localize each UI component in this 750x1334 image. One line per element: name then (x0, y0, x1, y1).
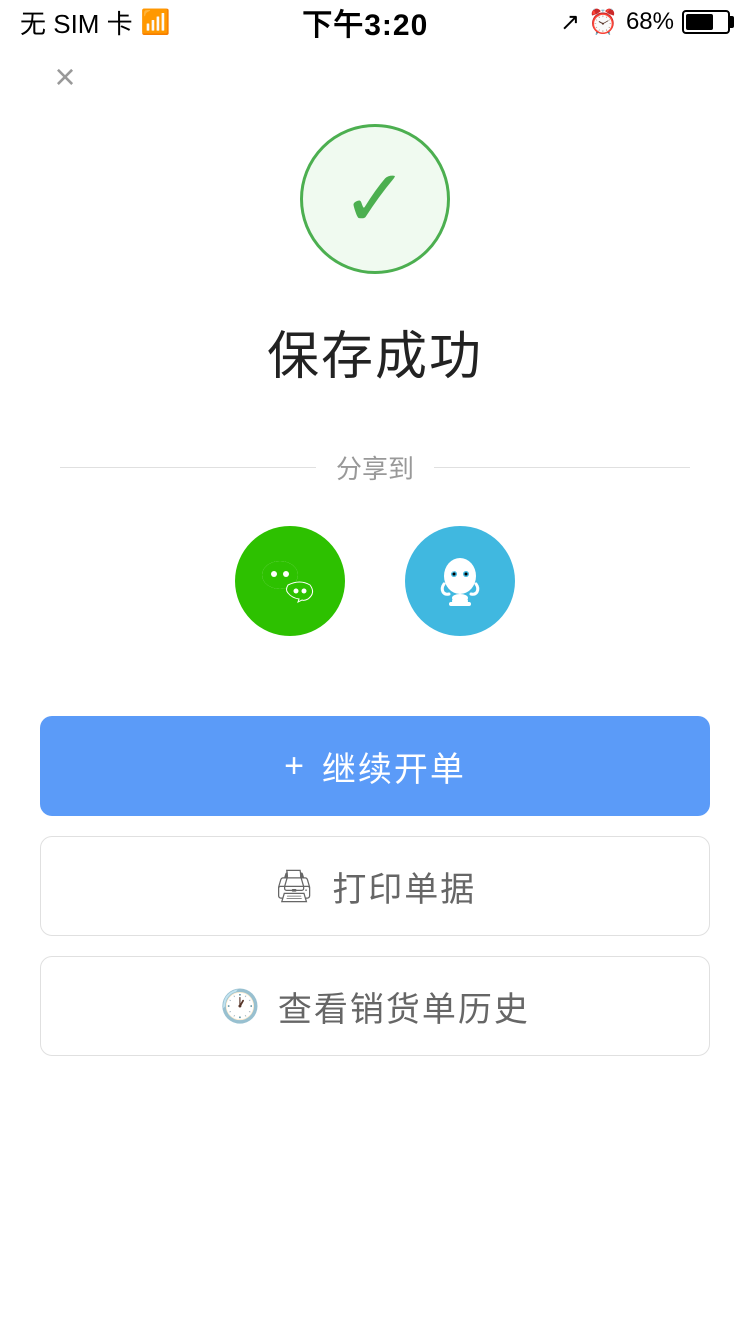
success-circle: ✓ (300, 124, 450, 274)
wechat-share-button[interactable] (235, 526, 345, 636)
checkmark-icon: ✓ (341, 159, 408, 239)
qq-share-button[interactable] (405, 526, 515, 636)
main-content: ✓ 保存成功 分享到 (0, 44, 750, 1056)
continue-button[interactable]: + 继续开单 (40, 716, 710, 816)
battery-icon (682, 10, 730, 34)
wifi-icon: 📶 (141, 8, 171, 37)
close-icon: × (54, 59, 75, 95)
history-label: 查看销货单历史 (278, 982, 530, 1031)
divider-line-right (434, 467, 690, 468)
history-button[interactable]: 🕐 查看销货单历史 (40, 956, 710, 1056)
print-button[interactable]: 🖨 打印单据 (40, 836, 710, 936)
share-divider: 分享到 (0, 449, 750, 486)
qq-icon (431, 552, 489, 610)
share-icons-container (235, 526, 515, 636)
status-time: 下午3:20 (302, 0, 428, 44)
alarm-icon: ⏰ (588, 8, 618, 37)
battery-fill (686, 14, 713, 30)
status-left: 无 SIM 卡 📶 (20, 4, 171, 41)
print-label: 打印单据 (332, 862, 476, 911)
battery-percent: 68% (626, 8, 674, 36)
close-button[interactable]: × (40, 52, 90, 102)
share-label: 分享到 (316, 449, 434, 486)
clock-icon: 🕐 (220, 987, 262, 1025)
status-bar: 无 SIM 卡 📶 下午3:20 ↗ ⏰ 68% (0, 0, 750, 44)
success-title: 保存成功 (267, 314, 483, 389)
status-right: ↗ ⏰ 68% (560, 8, 730, 37)
location-icon: ↗ (560, 8, 580, 37)
action-buttons: + 继续开单 🖨 打印单据 🕐 查看销货单历史 (0, 716, 750, 1056)
printer-icon: 🖨 (274, 867, 317, 905)
no-sim-text: 无 SIM 卡 (20, 4, 133, 41)
wechat-icon (258, 549, 322, 613)
continue-label: 继续开单 (322, 742, 466, 791)
plus-icon: + (284, 747, 306, 786)
divider-line-left (60, 467, 316, 468)
